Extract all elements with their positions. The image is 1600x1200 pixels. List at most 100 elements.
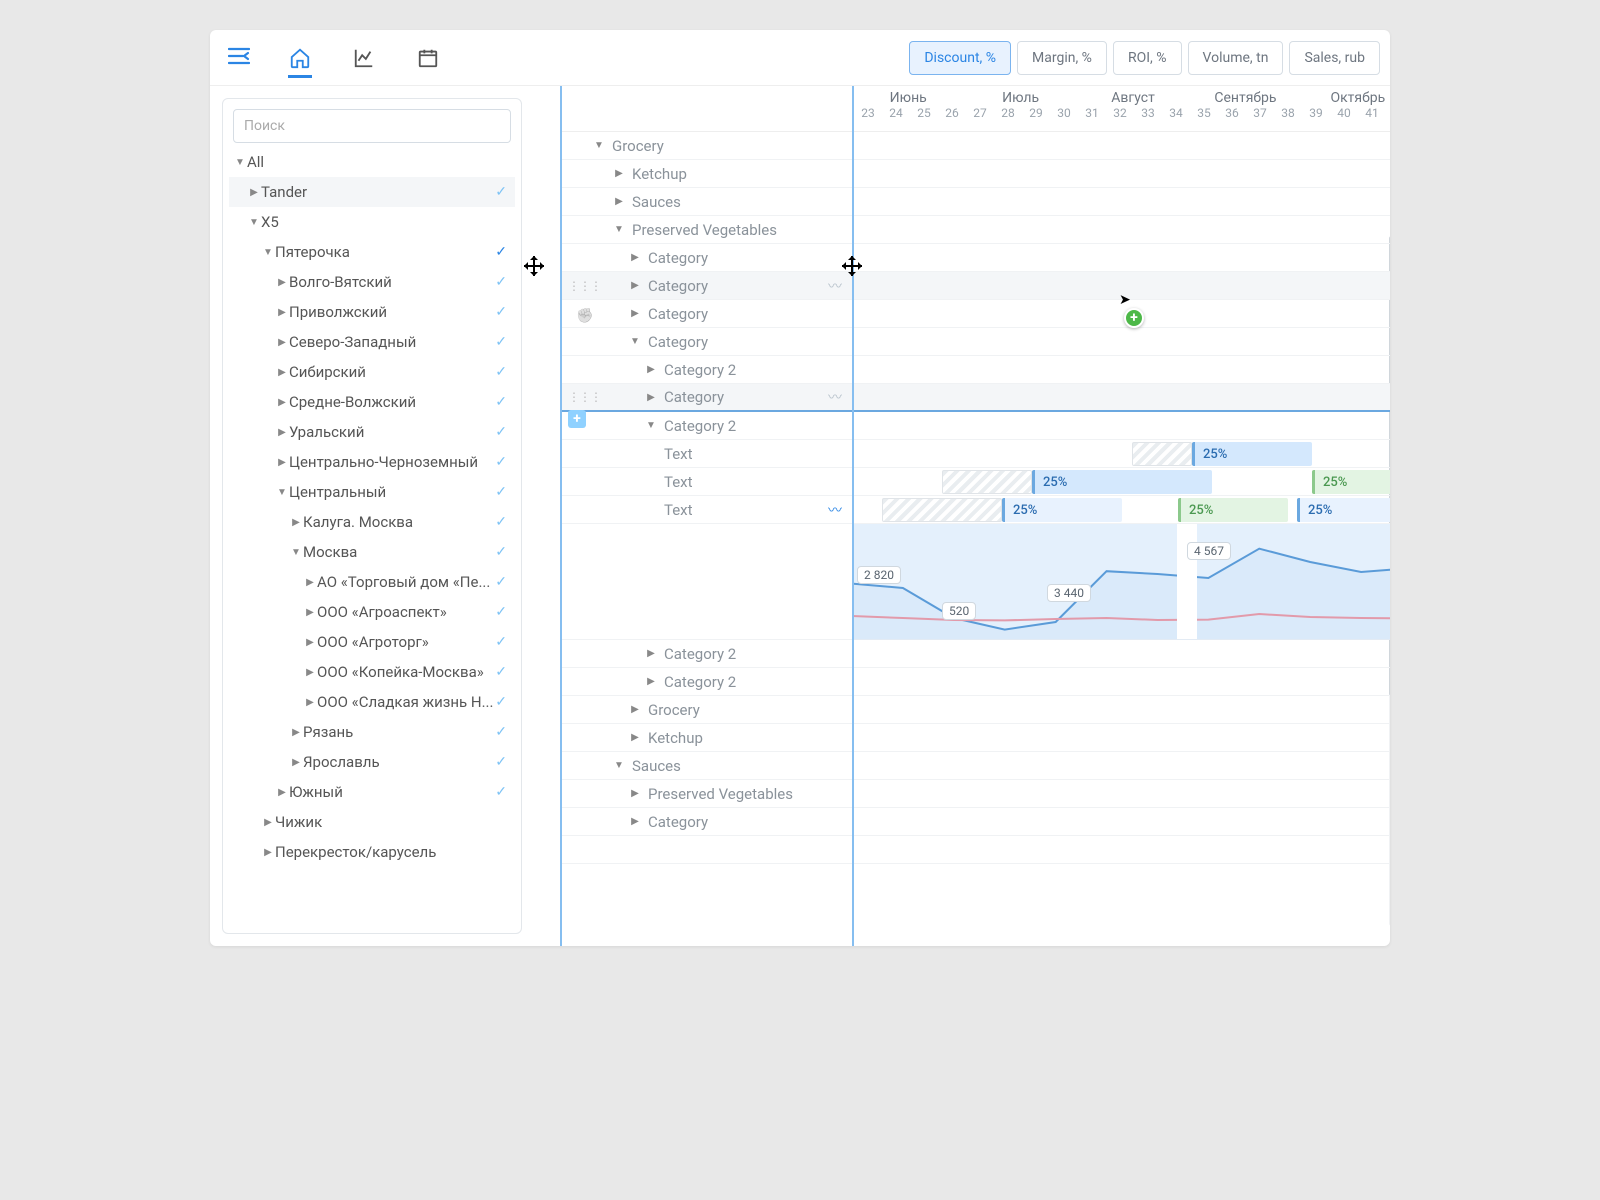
- gantt-row[interactable]: Text〰25%25%25%: [562, 496, 1390, 524]
- tree-row[interactable]: ▶ООО «Агроаспект»✓: [229, 597, 515, 627]
- tree-row[interactable]: ▶Приволжский✓: [229, 297, 515, 327]
- caret-icon: ▼: [247, 217, 261, 228]
- gantt-bar[interactable]: [882, 498, 1002, 522]
- tree-row[interactable]: ▼Москва✓: [229, 537, 515, 567]
- chart-icon[interactable]: [352, 46, 376, 70]
- gantt-row[interactable]: ▼Grocery: [562, 132, 1390, 160]
- tree-row[interactable]: ▶Южный✓: [229, 777, 515, 807]
- tree-label: Калуга. Москва: [303, 513, 495, 531]
- gantt-row[interactable]: ▶Category: [562, 244, 1390, 272]
- tree-row[interactable]: ▶ООО «Копейка-Москва»✓: [229, 657, 515, 687]
- tree-row[interactable]: ▶Сибирский✓: [229, 357, 515, 387]
- tree-row[interactable]: ▶Чижик: [229, 807, 515, 837]
- drag-handle-icon[interactable]: ⋮⋮⋮: [568, 279, 601, 293]
- gantt-lane: 25% 25% 25%: [852, 496, 1390, 523]
- gantt-row[interactable]: Text25%25%: [562, 468, 1390, 496]
- gantt-bar[interactable]: [1132, 442, 1192, 466]
- tree-row[interactable]: ▼Центральный✓: [229, 477, 515, 507]
- tree-row[interactable]: ▼X5: [229, 207, 515, 237]
- tree-row[interactable]: ▶Ярославль✓: [229, 747, 515, 777]
- column-resize-icon[interactable]: [842, 256, 862, 276]
- caret-icon: ▶: [628, 280, 642, 291]
- tree-row[interactable]: ▶Рязань✓: [229, 717, 515, 747]
- week-num: 24: [882, 106, 910, 120]
- gantt-pane: ИюньИюльАвгустСентябрьОктябрь 2324252627…: [562, 86, 1390, 946]
- home-icon[interactable]: [288, 54, 312, 78]
- caret-icon: ▶: [275, 397, 289, 408]
- tree-label: Центрально-Черноземный: [289, 453, 495, 471]
- gantt-bar[interactable]: 25%: [1178, 498, 1288, 522]
- gantt-row[interactable]: ▼Sauces: [562, 752, 1390, 780]
- gantt-row[interactable]: ▶Category: [562, 300, 1390, 328]
- chart-row: 2 8205203 4404 567: [562, 524, 1390, 640]
- gantt-row[interactable]: ▶Category 2: [562, 356, 1390, 384]
- gantt-bar[interactable]: 25%: [1312, 470, 1390, 494]
- gantt-row[interactable]: ▼Category 2: [562, 412, 1390, 440]
- gantt-row[interactable]: ⋮⋮⋮▶Category〰: [562, 272, 1390, 300]
- tab-volume[interactable]: Volume, tn: [1188, 41, 1284, 75]
- gantt-row[interactable]: ▶Category 2: [562, 640, 1390, 668]
- tree-row[interactable]: ▶Средне-Волжский✓: [229, 387, 515, 417]
- search-input[interactable]: Поиск: [233, 109, 511, 143]
- gantt-row[interactable]: Text25%: [562, 440, 1390, 468]
- tree-row[interactable]: ▶ООО «Сладкая жизнь Н...✓: [229, 687, 515, 717]
- check-icon: ✓: [495, 304, 507, 320]
- week-num: 38: [1274, 106, 1302, 120]
- month-label: Август: [1077, 86, 1189, 106]
- month-label: Июнь: [852, 86, 964, 106]
- trend-icon[interactable]: 〰: [828, 276, 842, 296]
- gantt-row[interactable]: ▶Preserved Vegetables: [562, 780, 1390, 808]
- gantt-bar[interactable]: 25%: [1192, 442, 1312, 466]
- divider[interactable]: [534, 86, 562, 946]
- week-num: 30: [1050, 106, 1078, 120]
- tree-row[interactable]: ▶Tander✓: [229, 177, 515, 207]
- tree-row[interactable]: ▼All: [229, 147, 515, 177]
- caret-icon: ▶: [275, 457, 289, 468]
- tree-label: Центральный: [289, 483, 495, 501]
- gantt-row[interactable]: ▼Category: [562, 328, 1390, 356]
- tree-row[interactable]: ▶Перекресток/карусель: [229, 837, 515, 867]
- tab-sales[interactable]: Sales, rub: [1289, 41, 1380, 75]
- gantt-row[interactable]: ▶Ketchup: [562, 724, 1390, 752]
- check-icon: ✓: [495, 454, 507, 470]
- gantt-bar[interactable]: [942, 470, 1032, 494]
- drag-handle-icon[interactable]: ⋮⋮⋮: [568, 390, 601, 404]
- gantt-row[interactable]: ▶Sauces: [562, 188, 1390, 216]
- gantt-row[interactable]: ⋮⋮⋮▶Category〰+: [562, 384, 1390, 412]
- tree-row[interactable]: ▶АО «Торговый дом «Пе...✓: [229, 567, 515, 597]
- week-num: 28: [994, 106, 1022, 120]
- calendar-icon[interactable]: [416, 46, 440, 70]
- gantt-row[interactable]: [562, 836, 1390, 864]
- tree-label: ООО «Агроаспект»: [317, 603, 495, 621]
- gantt-row[interactable]: ▶Grocery: [562, 696, 1390, 724]
- caret-icon: ▶: [303, 667, 317, 678]
- menu-collapse-icon[interactable]: [220, 46, 258, 70]
- gantt-bar[interactable]: 25%: [1032, 470, 1212, 494]
- gantt-bar[interactable]: 25%: [1297, 498, 1390, 522]
- tree-row[interactable]: ▶Волго-Вятский✓: [229, 267, 515, 297]
- insert-row-button[interactable]: +: [568, 410, 586, 428]
- gantt-row[interactable]: ▼Preserved Vegetables: [562, 216, 1390, 244]
- gantt-row[interactable]: ▶Category: [562, 808, 1390, 836]
- gantt-grid: ▼Grocery▶Ketchup▶Sauces▼Preserved Vegeta…: [562, 132, 1390, 864]
- tree-row[interactable]: ▼Пятерочка✓: [229, 237, 515, 267]
- gantt-row[interactable]: ▶Category 2: [562, 668, 1390, 696]
- tree-label: Чижик: [275, 813, 507, 831]
- tree-row[interactable]: ▶Уральский✓: [229, 417, 515, 447]
- add-button[interactable]: +: [1124, 308, 1144, 328]
- gantt-row[interactable]: ▶Ketchup: [562, 160, 1390, 188]
- tab-roi[interactable]: ROI, %: [1113, 41, 1182, 75]
- trend-icon[interactable]: 〰: [828, 387, 842, 407]
- caret-icon: ▼: [612, 760, 626, 771]
- gantt-bar[interactable]: 25%: [1002, 498, 1122, 522]
- gantt-label: ▼Category 2: [562, 417, 852, 435]
- tree-row[interactable]: ▶ООО «Агроторг»✓: [229, 627, 515, 657]
- caret-icon: ▶: [289, 517, 303, 528]
- tree-row[interactable]: ▶Калуга. Москва✓: [229, 507, 515, 537]
- move-handle-icon[interactable]: [524, 256, 544, 276]
- tree-row[interactable]: ▶Северо-Западный✓: [229, 327, 515, 357]
- tab-margin[interactable]: Margin, %: [1017, 41, 1107, 75]
- trend-icon[interactable]: 〰: [828, 500, 842, 520]
- tab-discount[interactable]: Discount, %: [909, 41, 1011, 75]
- tree-row[interactable]: ▶Центрально-Черноземный✓: [229, 447, 515, 477]
